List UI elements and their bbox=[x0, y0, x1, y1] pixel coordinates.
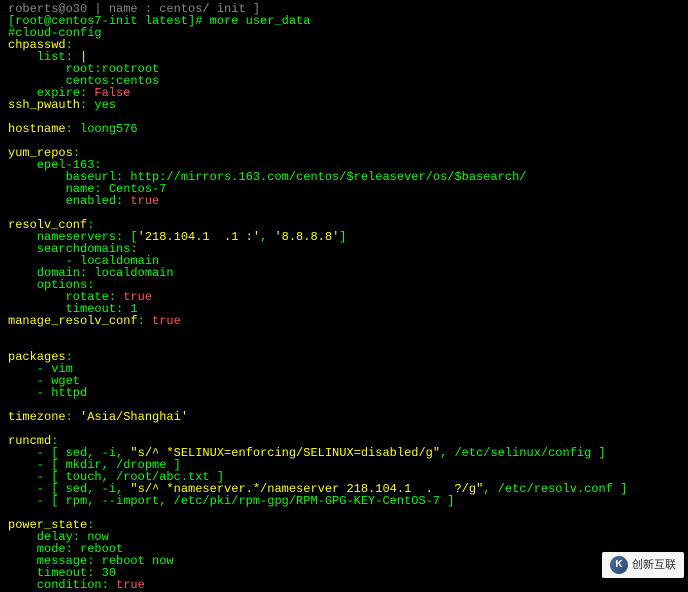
terminal-line: manage_resolv_conf: true bbox=[8, 315, 680, 327]
terminal-line: - [ rpm, --import, /etc/pki/rpm-gpg/RPM-… bbox=[8, 495, 680, 507]
terminal-line: timezone: 'Asia/Shanghai' bbox=[8, 411, 680, 423]
terminal-line bbox=[8, 135, 680, 147]
terminal-line: condition: true bbox=[8, 579, 680, 591]
terminal-line: ssh_pwauth: yes bbox=[8, 99, 680, 111]
terminal-output: roberts@o30 | name : centos/ init ][root… bbox=[8, 3, 680, 591]
terminal-line: domain: localdomain bbox=[8, 267, 680, 279]
terminal-line: - httpd bbox=[8, 387, 680, 399]
watermark-logo-icon: K bbox=[610, 556, 628, 574]
watermark: K 创新互联 bbox=[602, 552, 684, 578]
terminal-line: - vim bbox=[8, 363, 680, 375]
terminal-line: hostname: loong576 bbox=[8, 123, 680, 135]
terminal-line: enabled: true bbox=[8, 195, 680, 207]
terminal-line: [root@centos7-init latest]# more user_da… bbox=[8, 15, 680, 27]
terminal-line: - wget bbox=[8, 375, 680, 387]
terminal-line: yum_repos: bbox=[8, 147, 680, 159]
terminal-line: packages: bbox=[8, 351, 680, 363]
terminal-line bbox=[8, 327, 680, 339]
terminal-line: chpasswd: bbox=[8, 39, 680, 51]
terminal-line bbox=[8, 507, 680, 519]
terminal-line bbox=[8, 339, 680, 351]
watermark-text: 创新互联 bbox=[632, 559, 676, 571]
terminal-line bbox=[8, 423, 680, 435]
terminal-line bbox=[8, 207, 680, 219]
terminal-line: #cloud-config bbox=[8, 27, 680, 39]
